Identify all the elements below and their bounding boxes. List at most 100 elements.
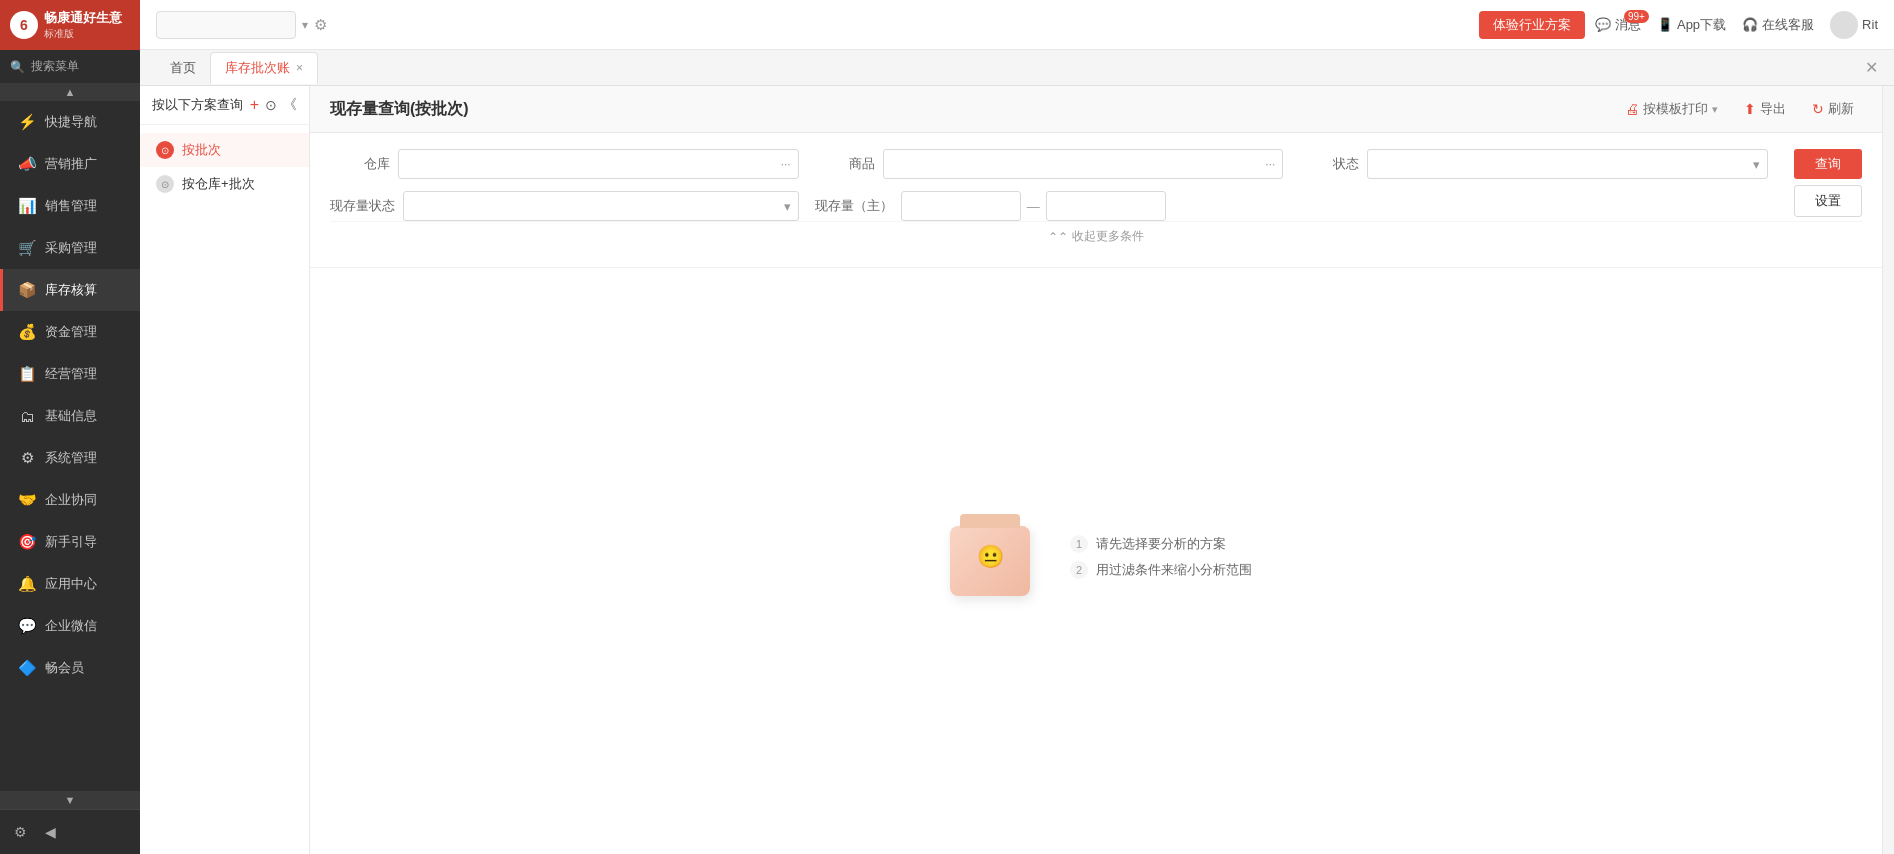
add-scheme-btn[interactable]: + (250, 96, 259, 114)
inventory-qty-max-input[interactable] (1046, 191, 1166, 221)
sidebar-item-sales[interactable]: 📊 销售管理 (0, 185, 140, 227)
search-icon: 🔍 (10, 60, 25, 74)
sidebar-item-quick-nav[interactable]: ⚡ 快捷导航 (0, 101, 140, 143)
experience-btn[interactable]: 体验行业方案 (1479, 11, 1585, 39)
empty-text: 1 请先选择要分析的方案 2 用过滤条件来缩小分析范围 (1070, 535, 1252, 587)
inventory-qty-min-input[interactable] (901, 191, 1021, 221)
refresh-btn[interactable]: ↻ 刷新 (1804, 96, 1862, 122)
online-service-btn[interactable]: 🎧 在线客服 (1742, 16, 1814, 34)
export-icon: ⬆ (1744, 101, 1756, 117)
sidebar-scroll-up[interactable]: ▲ (0, 83, 140, 101)
sidebar-item-basic[interactable]: 🗂 基础信息 (0, 395, 140, 437)
newbie-icon: 🎯 (17, 533, 37, 551)
print-label: 按模板打印 (1643, 100, 1708, 118)
phone-icon: 📱 (1657, 17, 1673, 32)
sidebar-item-inventory[interactable]: 📦 库存核算 (0, 269, 140, 311)
sidebar-item-marketing[interactable]: 📣 营销推广 (0, 143, 140, 185)
warehouse-input-wrapper: ··· (398, 149, 799, 179)
set-btn[interactable]: 设置 (1794, 185, 1862, 217)
enterprise-icon: 🤝 (17, 491, 37, 509)
purchase-icon: 🛒 (17, 239, 37, 257)
user-area[interactable]: Rit (1830, 11, 1878, 39)
empty-step-2: 2 用过滤条件来缩小分析范围 (1070, 561, 1252, 579)
refresh-icon: ↻ (1812, 101, 1824, 117)
inventory-icon: 📦 (17, 281, 37, 299)
scheme-item-batch[interactable]: ⊙ 按批次 (140, 133, 309, 167)
warehouse-input[interactable] (398, 149, 799, 179)
sidebar-item-label: 营销推广 (45, 155, 97, 173)
scheme-settings-icon[interactable]: ⊙ (265, 97, 277, 113)
page-close-btn[interactable]: ✕ (1865, 58, 1878, 77)
sidebar-item-label: 库存核算 (45, 281, 97, 299)
sidebar-nav: ⚡ 快捷导航 📣 营销推广 📊 销售管理 🛒 采购管理 📦 库存核算 💰 资金管… (0, 101, 140, 791)
tab-active-label: 库存批次账 (225, 59, 290, 77)
messages-btn[interactable]: 💬 消息 99+ (1595, 16, 1641, 34)
filter-inventory-status-field: 现存量状态 ▾ (330, 191, 799, 221)
filter-buttons: 查询 设置 (1794, 149, 1862, 217)
page-title: 现存量查询(按批次) (330, 99, 469, 120)
collapse-up-icon: ⌃⌃ (1048, 230, 1068, 244)
filter-area: 仓库 ··· 商品 ··· (310, 133, 1882, 268)
inventory-status-select[interactable] (403, 191, 799, 221)
sidebar-search[interactable]: 🔍 搜索菜单 (0, 50, 140, 83)
finance-icon: 💰 (17, 323, 37, 341)
tab-home-label: 首页 (170, 59, 196, 77)
empty-step-1: 1 请先选择要分析的方案 (1070, 535, 1252, 553)
warehouse-label: 仓库 (330, 155, 390, 173)
step-1-num: 1 (1070, 535, 1088, 553)
collapse-bar[interactable]: ⌃⌃ 收起更多条件 (330, 221, 1862, 251)
export-btn[interactable]: ⬆ 导出 (1736, 96, 1794, 122)
marketing-icon: 📣 (17, 155, 37, 173)
app-download-btn[interactable]: 📱 App下载 (1657, 16, 1726, 34)
sidebar-item-members[interactable]: 🔷 畅会员 (0, 647, 140, 689)
right-scrollbar[interactable] (1882, 86, 1894, 854)
inventory-status-dropdown-wrapper: ▾ (403, 191, 799, 221)
print-dropdown-arrow[interactable]: ▾ (1712, 103, 1718, 116)
filter-row-1: 仓库 ··· 商品 ··· (330, 149, 1768, 179)
query-btn[interactable]: 查询 (1794, 149, 1862, 179)
filter-row-2: 现存量状态 ▾ 现存量（主） (330, 191, 1768, 221)
sidebar-item-finance[interactable]: 💰 资金管理 (0, 311, 140, 353)
inventory-qty-range: — (901, 191, 1166, 221)
tabbar: 首页 库存批次账 × ✕ (140, 50, 1894, 86)
goods-label: 商品 (815, 155, 875, 173)
sidebar-item-newbie[interactable]: 🎯 新手引导 (0, 521, 140, 563)
step-1-label: 请先选择要分析的方案 (1096, 535, 1226, 553)
tab-inventory-batch[interactable]: 库存批次账 × (210, 52, 318, 84)
main-wrapper: ▾ ⚙ 体验行业方案 💬 消息 99+ 📱 App下载 🎧 在线客服 Rit (140, 0, 1894, 854)
sidebar-item-purchase[interactable]: 🛒 采购管理 (0, 227, 140, 269)
tab-home[interactable]: 首页 (156, 53, 210, 83)
sidebar-item-label: 采购管理 (45, 239, 97, 257)
page-titlebar: 现存量查询(按批次) 🖨 按模板打印 ▾ ⬆ 导出 ↻ 刷新 (310, 86, 1882, 133)
sidebar-footer: ⚙ ◀ (0, 809, 140, 854)
goods-more-icon[interactable]: ··· (1265, 157, 1275, 171)
empty-state: 😐 1 请先选择要分析的方案 2 用过滤条件来缩小分析范围 (310, 268, 1882, 854)
operations-icon: 📋 (17, 365, 37, 383)
tab-close-btn[interactable]: × (296, 61, 303, 75)
sidebar-item-enterprise[interactable]: 🤝 企业协同 (0, 479, 140, 521)
filter-status-field: 状态 ▾ (1299, 149, 1768, 179)
sidebar-item-system[interactable]: ⚙ 系统管理 (0, 437, 140, 479)
sidebar-item-operations[interactable]: 📋 经营管理 (0, 353, 140, 395)
status-label: 状态 (1299, 155, 1359, 173)
sidebar-item-label: 企业协同 (45, 491, 97, 509)
right-panel: 现存量查询(按批次) 🖨 按模板打印 ▾ ⬆ 导出 ↻ 刷新 (310, 86, 1882, 854)
sidebar-item-appstore[interactable]: 🔔 应用中心 (0, 563, 140, 605)
topbar-gear-icon[interactable]: ⚙ (314, 16, 327, 34)
collapse-panel-icon[interactable]: 《 (283, 96, 297, 114)
print-icon: 🖨 (1625, 101, 1639, 117)
left-panel: 按以下方案查询 + ⊙ 《 ⊙ 按批次 ⊙ 按仓库+批次 (140, 86, 310, 854)
scheme-item-warehouse-batch[interactable]: ⊙ 按仓库+批次 (140, 167, 309, 201)
collapse-sidebar-btn[interactable]: ◀ (41, 820, 60, 844)
goods-input[interactable] (883, 149, 1284, 179)
status-select[interactable] (1367, 149, 1768, 179)
scheme-batch-label: 按批次 (182, 141, 221, 159)
warehouse-more-icon[interactable]: ··· (781, 157, 791, 171)
topbar-search-input[interactable] (156, 11, 296, 39)
print-btn[interactable]: 🖨 按模板打印 ▾ (1617, 96, 1726, 122)
topbar-chevron-icon[interactable]: ▾ (302, 18, 308, 32)
sidebar-scroll-down[interactable]: ▼ (0, 791, 140, 809)
sidebar-item-wechat[interactable]: 💬 企业微信 (0, 605, 140, 647)
topbar: ▾ ⚙ 体验行业方案 💬 消息 99+ 📱 App下载 🎧 在线客服 Rit (140, 0, 1894, 50)
settings-footer-btn[interactable]: ⚙ (10, 820, 31, 844)
